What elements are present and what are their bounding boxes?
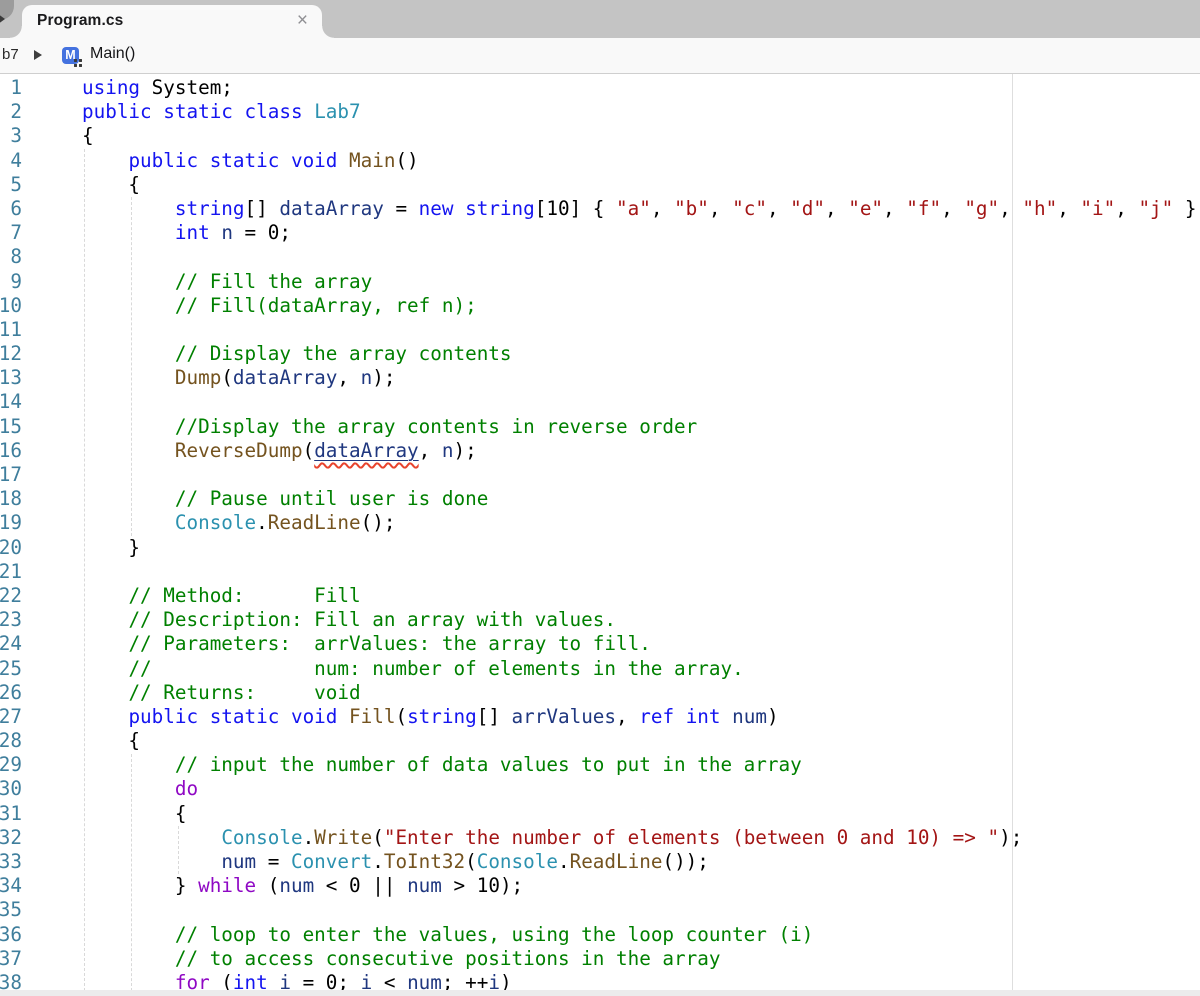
line-number[interactable]: 20 bbox=[0, 536, 22, 560]
code-line[interactable] bbox=[82, 560, 1197, 584]
code-line[interactable]: { bbox=[82, 802, 1197, 826]
line-number[interactable]: 29 bbox=[0, 753, 22, 777]
line-number[interactable]: 3 bbox=[0, 124, 22, 148]
line-number[interactable]: 30 bbox=[0, 777, 22, 801]
line-number[interactable]: 28 bbox=[0, 729, 22, 753]
breadcrumb-method[interactable]: Main() bbox=[90, 45, 135, 63]
code-line[interactable]: using System; bbox=[82, 76, 1197, 100]
code-line[interactable]: public static void Main() bbox=[82, 149, 1197, 173]
line-number[interactable]: 36 bbox=[0, 923, 22, 947]
line-number[interactable]: 23 bbox=[0, 608, 22, 632]
line-number[interactable]: 22 bbox=[0, 584, 22, 608]
tab-bar: Program.cs × bbox=[0, 0, 1200, 38]
code-lines[interactable]: using System; public static class Lab7{ p… bbox=[82, 76, 1197, 995]
close-icon[interactable]: × bbox=[297, 10, 308, 32]
line-number[interactable]: 2 bbox=[0, 100, 22, 124]
code-editor[interactable]: 1 2 3 4 5 6 7 8 9 10 11 12 13 14 15 16 17 18 19 20 21 22 23 24 2… bbox=[0, 74, 1200, 996]
code-line[interactable]: num = Convert.ToInt32(Console.ReadLine()… bbox=[82, 850, 1197, 874]
code-line[interactable]: Dump(dataArray, n); bbox=[82, 366, 1197, 390]
tab-overflow-arrow-icon[interactable] bbox=[0, 14, 5, 24]
line-number[interactable]: 4 bbox=[0, 149, 22, 173]
hscrollbar-track[interactable] bbox=[0, 990, 1200, 996]
code-line[interactable]: // Fill(dataArray, ref n); bbox=[82, 294, 1197, 318]
code-line[interactable]: public static void Fill(string[] arrValu… bbox=[82, 705, 1197, 729]
code-line[interactable]: { bbox=[82, 124, 1197, 148]
code-line[interactable]: // Description: Fill an array with value… bbox=[82, 608, 1197, 632]
chevron-right-icon[interactable] bbox=[34, 50, 42, 60]
gutter: 1 2 3 4 5 6 7 8 9 10 11 12 13 14 15 16 17 18 19 20 21 22 23 24 2… bbox=[0, 76, 22, 995]
line-number[interactable]: 14 bbox=[0, 390, 22, 414]
line-number[interactable]: 25 bbox=[0, 657, 22, 681]
line-number[interactable]: 12 bbox=[0, 342, 22, 366]
tab-title: Program.cs bbox=[37, 12, 124, 29]
line-number[interactable]: 33 bbox=[0, 850, 22, 874]
code-line[interactable] bbox=[82, 390, 1197, 414]
line-number[interactable]: 8 bbox=[0, 245, 22, 269]
line-number[interactable]: 1 bbox=[0, 76, 22, 100]
code-line[interactable]: // input the number of data values to pu… bbox=[82, 753, 1197, 777]
code-line[interactable] bbox=[82, 898, 1197, 922]
line-number[interactable]: 26 bbox=[0, 681, 22, 705]
line-number[interactable]: 7 bbox=[0, 221, 22, 245]
tab-program-cs[interactable]: Program.cs × bbox=[10, 5, 334, 38]
line-number[interactable]: 35 bbox=[0, 898, 22, 922]
line-number[interactable]: 15 bbox=[0, 415, 22, 439]
code-line[interactable]: // Pause until user is done bbox=[82, 487, 1197, 511]
line-number[interactable]: 37 bbox=[0, 947, 22, 971]
code-line[interactable]: // Method: Fill bbox=[82, 584, 1197, 608]
line-number[interactable]: 11 bbox=[0, 318, 22, 342]
line-number[interactable]: 32 bbox=[0, 826, 22, 850]
code-line[interactable]: // Fill the array bbox=[82, 270, 1197, 294]
code-line[interactable]: //Display the array contents in reverse … bbox=[82, 415, 1197, 439]
line-number[interactable]: 24 bbox=[0, 632, 22, 656]
code-line[interactable]: { bbox=[82, 173, 1197, 197]
code-line[interactable]: do bbox=[82, 777, 1197, 801]
code-line[interactable]: int n = 0; bbox=[82, 221, 1197, 245]
line-number[interactable]: 16 bbox=[0, 439, 22, 463]
line-number[interactable]: 13 bbox=[0, 366, 22, 390]
code-line[interactable]: Console.Write("Enter the number of eleme… bbox=[82, 826, 1197, 850]
code-line[interactable]: } while (num < 0 || num > 10); bbox=[82, 874, 1197, 898]
code-line[interactable]: ReverseDump(dataArray, n); bbox=[82, 439, 1197, 463]
line-number[interactable]: 27 bbox=[0, 705, 22, 729]
code-line[interactable]: string[] dataArray = new string[10] { "a… bbox=[82, 197, 1197, 221]
line-number[interactable]: 31 bbox=[0, 802, 22, 826]
code-line[interactable]: { bbox=[82, 729, 1197, 753]
method-badge-dots-icon bbox=[74, 59, 82, 67]
line-number[interactable]: 6 bbox=[0, 197, 22, 221]
breadcrumb-class[interactable]: b7 bbox=[2, 46, 19, 63]
breadcrumb-bar: b7 M Main() bbox=[0, 38, 1200, 74]
code-line[interactable]: // loop to enter the values, using the l… bbox=[82, 923, 1197, 947]
line-number[interactable]: 21 bbox=[0, 560, 22, 584]
line-number[interactable]: 9 bbox=[0, 270, 22, 294]
code-line[interactable]: // Returns: void bbox=[82, 681, 1197, 705]
line-number[interactable]: 34 bbox=[0, 874, 22, 898]
code-line[interactable] bbox=[82, 463, 1197, 487]
code-line[interactable]: // to access consecutive positions in th… bbox=[82, 947, 1197, 971]
code-line[interactable]: // num: number of elements in the array. bbox=[82, 657, 1197, 681]
code-line[interactable] bbox=[82, 318, 1197, 342]
code-line[interactable]: public static class Lab7 bbox=[82, 100, 1197, 124]
line-number[interactable]: 5 bbox=[0, 173, 22, 197]
line-number[interactable]: 19 bbox=[0, 511, 22, 535]
code-line[interactable]: Console.ReadLine(); bbox=[82, 511, 1197, 535]
line-number[interactable]: 17 bbox=[0, 463, 22, 487]
code-line[interactable]: // Display the array contents bbox=[82, 342, 1197, 366]
line-number[interactable]: 18 bbox=[0, 487, 22, 511]
code-line[interactable]: // Parameters: arrValues: the array to f… bbox=[82, 632, 1197, 656]
code-line[interactable] bbox=[82, 245, 1197, 269]
line-number[interactable]: 10 bbox=[0, 294, 22, 318]
code-line[interactable]: } bbox=[82, 536, 1197, 560]
